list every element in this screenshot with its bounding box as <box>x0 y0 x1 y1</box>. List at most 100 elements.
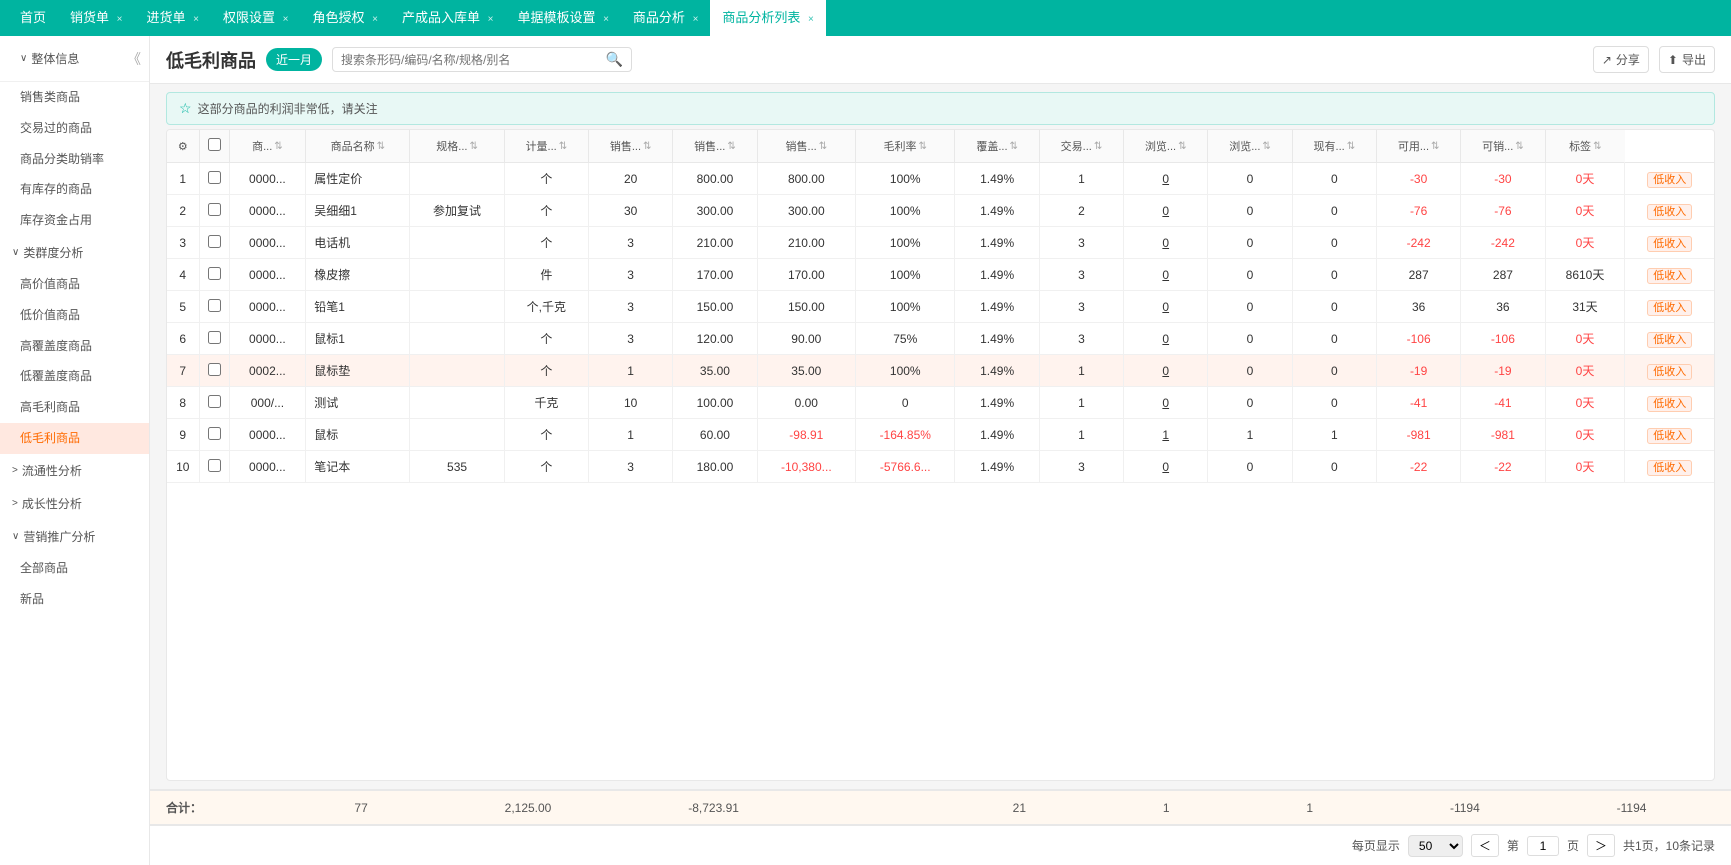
th-avail[interactable]: 可用...⇅ <box>1376 130 1460 163</box>
nav-item-home[interactable]: 首页 <box>8 0 58 36</box>
nav-close-purchase[interactable]: × <box>193 14 199 25</box>
nav-close-analysis-list[interactable]: × <box>808 14 814 25</box>
row-checkbox-1[interactable] <box>208 203 221 216</box>
tx-link[interactable]: 0 <box>1162 236 1169 250</box>
period-button[interactable]: 近一月 <box>266 48 322 71</box>
row-checkbox-cell[interactable] <box>199 163 229 195</box>
tx-link[interactable]: 0 <box>1162 204 1169 218</box>
nav-close-sales[interactable]: × <box>117 14 123 25</box>
th-name[interactable]: 商品名称⇅ <box>306 130 410 163</box>
nav-item-permissions[interactable]: 权限设置 × <box>211 0 300 36</box>
sidebar-group-marketing[interactable]: ∨ 营销推广分析 <box>0 520 149 553</box>
row-checkbox-3[interactable] <box>208 267 221 280</box>
th-stock[interactable]: 现有...⇅ <box>1292 130 1376 163</box>
row-checkbox-cell[interactable] <box>199 419 229 451</box>
tx-link[interactable]: 0 <box>1162 364 1169 378</box>
sidebar-group-cluster[interactable]: ∨ 类群度分析 <box>0 236 149 269</box>
row-checkbox-5[interactable] <box>208 331 221 344</box>
row-tx[interactable]: 0 <box>1124 227 1208 259</box>
tx-link[interactable]: 0 <box>1162 300 1169 314</box>
tx-link[interactable]: 0 <box>1162 460 1169 474</box>
row-checkbox-2[interactable] <box>208 235 221 248</box>
row-checkbox-7[interactable] <box>208 395 221 408</box>
th-sales-qty[interactable]: 销售...⇅ <box>589 130 673 163</box>
sidebar-item-high-margin[interactable]: 高毛利商品 <box>0 392 149 423</box>
sidebar-item-sales-goods[interactable]: 销售类商品 <box>0 82 149 113</box>
th-sales-amt[interactable]: 销售...⇅ <box>673 130 757 163</box>
tx-link[interactable]: 0 <box>1162 172 1169 186</box>
sidebar-group-growth[interactable]: > 成长性分析 <box>0 487 149 520</box>
th-tx[interactable]: 交易...⇅ <box>1039 130 1123 163</box>
row-checkbox-cell[interactable] <box>199 291 229 323</box>
tx-link[interactable]: 0 <box>1162 396 1169 410</box>
sidebar-item-all-goods[interactable]: 全部商品 <box>0 553 149 584</box>
th-browse2[interactable]: 浏览...⇅ <box>1208 130 1292 163</box>
row-tx[interactable]: 0 <box>1124 323 1208 355</box>
per-page-select[interactable]: 50 20 100 <box>1408 835 1463 857</box>
nav-item-sales[interactable]: 销货单 × <box>58 0 134 36</box>
row-checkbox-8[interactable] <box>208 427 221 440</box>
nav-item-analysis-list[interactable]: 商品分析列表 × <box>710 0 825 36</box>
sidebar-item-high-value[interactable]: 高价值商品 <box>0 269 149 300</box>
row-checkbox-9[interactable] <box>208 459 221 472</box>
search-icon[interactable]: 🔍 <box>606 51 623 68</box>
nav-item-roles[interactable]: 角色授权 × <box>300 0 389 36</box>
sidebar-item-new-goods[interactable]: 新品 <box>0 584 149 615</box>
th-sales-price[interactable]: 销售...⇅ <box>757 130 855 163</box>
nav-close-roles[interactable]: × <box>372 14 378 25</box>
row-checkbox-cell[interactable] <box>199 259 229 291</box>
th-sellable[interactable]: 可销...⇅ <box>1461 130 1545 163</box>
settings-icon[interactable]: ⚙ <box>178 141 188 153</box>
th-checkbox[interactable] <box>199 130 229 163</box>
row-tx[interactable]: 0 <box>1124 291 1208 323</box>
row-checkbox-6[interactable] <box>208 363 221 376</box>
row-checkbox-cell[interactable] <box>199 355 229 387</box>
row-tx[interactable]: 0 <box>1124 387 1208 419</box>
row-checkbox-cell[interactable] <box>199 387 229 419</box>
sidebar-item-category-rate[interactable]: 商品分类助销率 <box>0 144 149 175</box>
nav-close-template[interactable]: × <box>603 14 609 25</box>
row-checkbox-0[interactable] <box>208 171 221 184</box>
th-tag[interactable]: 标签⇅ <box>1545 130 1625 163</box>
sidebar-group-overall[interactable]: ∨ 整体信息 <box>8 42 91 75</box>
next-page-btn[interactable]: ＞ <box>1587 834 1615 857</box>
row-tx[interactable]: 0 <box>1124 163 1208 195</box>
th-settings[interactable]: ⚙ <box>167 130 199 163</box>
sidebar-item-low-margin[interactable]: 低毛利商品 <box>0 423 149 454</box>
th-code[interactable]: 商...⇅ <box>229 130 306 163</box>
sidebar-item-low-value[interactable]: 低价值商品 <box>0 300 149 331</box>
row-tx[interactable]: 0 <box>1124 451 1208 483</box>
export-button[interactable]: ⬆ 导出 <box>1659 46 1715 73</box>
row-checkbox-cell[interactable] <box>199 195 229 227</box>
select-all-checkbox[interactable] <box>208 138 221 151</box>
row-checkbox-cell[interactable] <box>199 227 229 259</box>
page-input[interactable] <box>1527 836 1559 856</box>
sidebar-item-stock-goods[interactable]: 有库存的商品 <box>0 174 149 205</box>
nav-close-finished[interactable]: × <box>488 14 494 25</box>
sidebar-item-stock-capital[interactable]: 库存资金占用 <box>0 205 149 236</box>
nav-item-template[interactable]: 单据模板设置 × <box>505 0 620 36</box>
row-tx[interactable]: 1 <box>1124 419 1208 451</box>
search-input[interactable] <box>341 53 606 67</box>
row-tx[interactable]: 0 <box>1124 355 1208 387</box>
sidebar-collapse-btn[interactable]: 《 <box>127 49 141 69</box>
th-unit[interactable]: 计量...⇅ <box>504 130 588 163</box>
nav-close-permissions[interactable]: × <box>283 14 289 25</box>
row-checkbox-cell[interactable] <box>199 451 229 483</box>
th-spec[interactable]: 规格...⇅ <box>410 130 504 163</box>
row-checkbox-4[interactable] <box>208 299 221 312</box>
row-checkbox-cell[interactable] <box>199 323 229 355</box>
th-gross-rate[interactable]: 毛利率⇅ <box>856 130 955 163</box>
sidebar-item-high-coverage[interactable]: 高覆盖度商品 <box>0 331 149 362</box>
row-tx[interactable]: 0 <box>1124 259 1208 291</box>
th-browse1[interactable]: 浏览...⇅ <box>1124 130 1208 163</box>
sidebar-item-traded-goods[interactable]: 交易过的商品 <box>0 113 149 144</box>
sidebar-item-low-coverage[interactable]: 低覆盖度商品 <box>0 361 149 392</box>
share-button[interactable]: ↗ 分享 <box>1593 46 1649 73</box>
prev-page-btn[interactable]: ＜ <box>1471 834 1499 857</box>
nav-item-analysis[interactable]: 商品分析 × <box>621 0 710 36</box>
tx-link[interactable]: 0 <box>1162 332 1169 346</box>
tx-link[interactable]: 0 <box>1162 268 1169 282</box>
th-coverage[interactable]: 覆盖...⇅ <box>955 130 1039 163</box>
nav-close-analysis[interactable]: × <box>693 14 699 25</box>
